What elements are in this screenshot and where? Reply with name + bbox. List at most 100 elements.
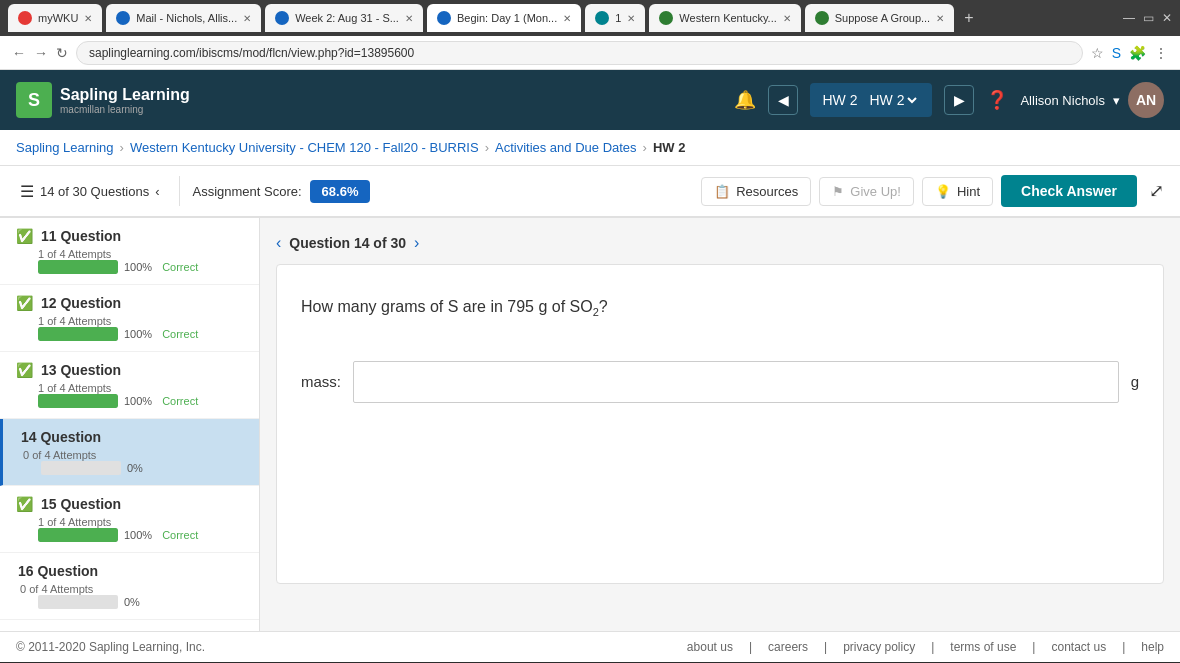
question-nav-title: Question 14 of 30 bbox=[289, 235, 406, 251]
breadcrumb-activities[interactable]: Activities and Due Dates bbox=[495, 140, 637, 155]
check-answer-button[interactable]: Check Answer bbox=[1001, 175, 1137, 207]
skype-icon[interactable]: S bbox=[1112, 45, 1121, 61]
tab-close-mywku[interactable]: ✕ bbox=[84, 13, 92, 24]
answer-row: mass: g bbox=[301, 361, 1139, 403]
q12-pct: 100% bbox=[124, 328, 152, 340]
q13-label: 13 Question bbox=[41, 362, 121, 378]
terms-link[interactable]: terms of use bbox=[950, 640, 1016, 654]
score-badge: 68.6% bbox=[310, 180, 371, 203]
hw-dropdown[interactable]: HW 2 bbox=[865, 91, 920, 109]
q15-bar-bg bbox=[38, 528, 118, 542]
q15-label: 15 Question bbox=[41, 496, 121, 512]
notifications-bell-icon[interactable]: 🔔 bbox=[734, 89, 756, 111]
question-nav: ‹ Question 14 of 30 › bbox=[276, 234, 1164, 252]
refresh-button[interactable]: ↻ bbox=[56, 45, 68, 61]
tab-close-suppose[interactable]: ✕ bbox=[936, 13, 944, 24]
q11-pct: 100% bbox=[124, 261, 152, 273]
q16-bar-bg bbox=[38, 595, 118, 609]
footer: © 2011-2020 Sapling Learning, Inc. about… bbox=[0, 631, 1180, 662]
browser-chrome: myWKU ✕ Mail - Nichols, Allis... ✕ Week … bbox=[0, 0, 1180, 36]
tab-mail[interactable]: Mail - Nichols, Allis... ✕ bbox=[106, 4, 261, 32]
breadcrumb: Sapling Learning › Western Kentucky Univ… bbox=[0, 130, 1180, 166]
next-question-button[interactable]: › bbox=[414, 234, 419, 252]
next-hw-button[interactable]: ▶ bbox=[944, 85, 974, 115]
tab-begin[interactable]: Begin: Day 1 (Mon... ✕ bbox=[427, 4, 581, 32]
privacy-policy-link[interactable]: privacy policy bbox=[843, 640, 915, 654]
q13-pct: 100% bbox=[124, 395, 152, 407]
check-circle-icon-q13: ✅ bbox=[16, 362, 33, 378]
q13-attempts: 1 of 4 Attempts bbox=[16, 382, 243, 394]
bookmark-icon[interactable]: ☆ bbox=[1091, 45, 1104, 61]
contact-link[interactable]: contact us bbox=[1051, 640, 1106, 654]
tab-close-week2[interactable]: ✕ bbox=[405, 13, 413, 24]
q14-pct: 0% bbox=[127, 462, 143, 474]
q15-bar-row: 100% Correct bbox=[16, 528, 243, 542]
question-list-button[interactable]: ☰ 14 of 30 Questions ‹ bbox=[12, 176, 167, 207]
q13-correct: Correct bbox=[162, 395, 198, 407]
q14-label: 14 Question bbox=[21, 429, 101, 445]
q14-bar-bg bbox=[41, 461, 121, 475]
sidebar-item-q13[interactable]: ✅ 13 Question 1 of 4 Attempts 100% Corre… bbox=[0, 352, 259, 419]
score-section: Assignment Score: 68.6% bbox=[192, 180, 370, 203]
help-link[interactable]: help bbox=[1141, 640, 1164, 654]
tab-icon-begin bbox=[437, 11, 451, 25]
sapling-logo: S Sapling Learning macmillan learning bbox=[16, 82, 190, 118]
check-circle-icon-q12: ✅ bbox=[16, 295, 33, 311]
sidebar-item-q16[interactable]: 16 Question 0 of 4 Attempts 0% bbox=[0, 553, 259, 620]
tab-suppose[interactable]: Suppose A Group... ✕ bbox=[805, 4, 954, 32]
check-circle-icon-q11: ✅ bbox=[16, 228, 33, 244]
about-us-link[interactable]: about us bbox=[687, 640, 733, 654]
hint-button[interactable]: 💡 Hint bbox=[922, 177, 993, 206]
mass-input[interactable] bbox=[353, 361, 1119, 403]
user-avatar: AN bbox=[1128, 82, 1164, 118]
window-controls: — ▭ ✕ bbox=[1123, 11, 1172, 25]
address-bar: ← → ↻ ☆ S 🧩 ⋮ bbox=[0, 36, 1180, 70]
breadcrumb-wku[interactable]: Western Kentucky University - CHEM 120 -… bbox=[130, 140, 479, 155]
q11-attempts: 1 of 4 Attempts bbox=[16, 248, 243, 260]
q15-pct: 100% bbox=[124, 529, 152, 541]
q15-bar-fill bbox=[38, 528, 118, 542]
breadcrumb-sapling[interactable]: Sapling Learning bbox=[16, 140, 114, 155]
hw-selector[interactable]: HW 2 HW 2 bbox=[810, 83, 932, 117]
address-input[interactable] bbox=[76, 41, 1083, 65]
answer-label: mass: bbox=[301, 373, 341, 390]
tab-close-mail[interactable]: ✕ bbox=[243, 13, 251, 24]
tab-close-1[interactable]: ✕ bbox=[627, 13, 635, 24]
tab-icon-1 bbox=[595, 11, 609, 25]
sidebar-item-q15[interactable]: ✅ 15 Question 1 of 4 Attempts 100% Corre… bbox=[0, 486, 259, 553]
sidebar-item-q11[interactable]: ✅ 11 Question 1 of 4 Attempts 100% Corre… bbox=[0, 218, 259, 285]
tab-close-begin[interactable]: ✕ bbox=[563, 13, 571, 24]
new-tab-button[interactable]: + bbox=[964, 9, 973, 27]
resources-button[interactable]: 📋 Resources bbox=[701, 177, 811, 206]
forward-button[interactable]: → bbox=[34, 45, 48, 61]
tab-1[interactable]: 1 ✕ bbox=[585, 4, 645, 32]
help-icon[interactable]: ❓ bbox=[986, 89, 1008, 111]
q16-label: 16 Question bbox=[18, 563, 98, 579]
tab-week2[interactable]: Week 2: Aug 31 - S... ✕ bbox=[265, 4, 423, 32]
tab-wku[interactable]: Western Kentucky... ✕ bbox=[649, 4, 800, 32]
sidebar-item-q12[interactable]: ✅ 12 Question 1 of 4 Attempts 100% Corre… bbox=[0, 285, 259, 352]
q13-bar-row: 100% Correct bbox=[16, 394, 243, 408]
q12-label: 12 Question bbox=[41, 295, 121, 311]
tab-mywku[interactable]: myWKU ✕ bbox=[8, 4, 102, 32]
list-icon: ☰ bbox=[20, 182, 34, 201]
tab-close-wku[interactable]: ✕ bbox=[783, 13, 791, 24]
main-layout: ✅ 11 Question 1 of 4 Attempts 100% Corre… bbox=[0, 218, 1180, 631]
prev-hw-button[interactable]: ◀ bbox=[768, 85, 798, 115]
user-section[interactable]: Allison Nichols ▾ AN bbox=[1020, 82, 1164, 118]
expand-button[interactable]: ⤢ bbox=[1145, 176, 1168, 206]
content-area: ‹ Question 14 of 30 › How many grams of … bbox=[260, 218, 1180, 631]
sidebar-item-q14[interactable]: 14 Question 0 of 4 Attempts 0% bbox=[0, 419, 259, 486]
back-button[interactable]: ← bbox=[12, 45, 26, 61]
q11-bar-bg bbox=[38, 260, 118, 274]
toolbar: ☰ 14 of 30 Questions ‹ Assignment Score:… bbox=[0, 166, 1180, 218]
give-up-button[interactable]: ⚑ Give Up! bbox=[819, 177, 914, 206]
careers-link[interactable]: careers bbox=[768, 640, 808, 654]
menu-icon[interactable]: ⋮ bbox=[1154, 45, 1168, 61]
q12-bar-row: 100% Correct bbox=[16, 327, 243, 341]
extensions-icon[interactable]: 🧩 bbox=[1129, 45, 1146, 61]
tab-icon-suppose bbox=[815, 11, 829, 25]
prev-question-button[interactable]: ‹ bbox=[276, 234, 281, 252]
q12-bar-fill bbox=[38, 327, 118, 341]
q16-bar-row: 0% bbox=[16, 595, 243, 609]
